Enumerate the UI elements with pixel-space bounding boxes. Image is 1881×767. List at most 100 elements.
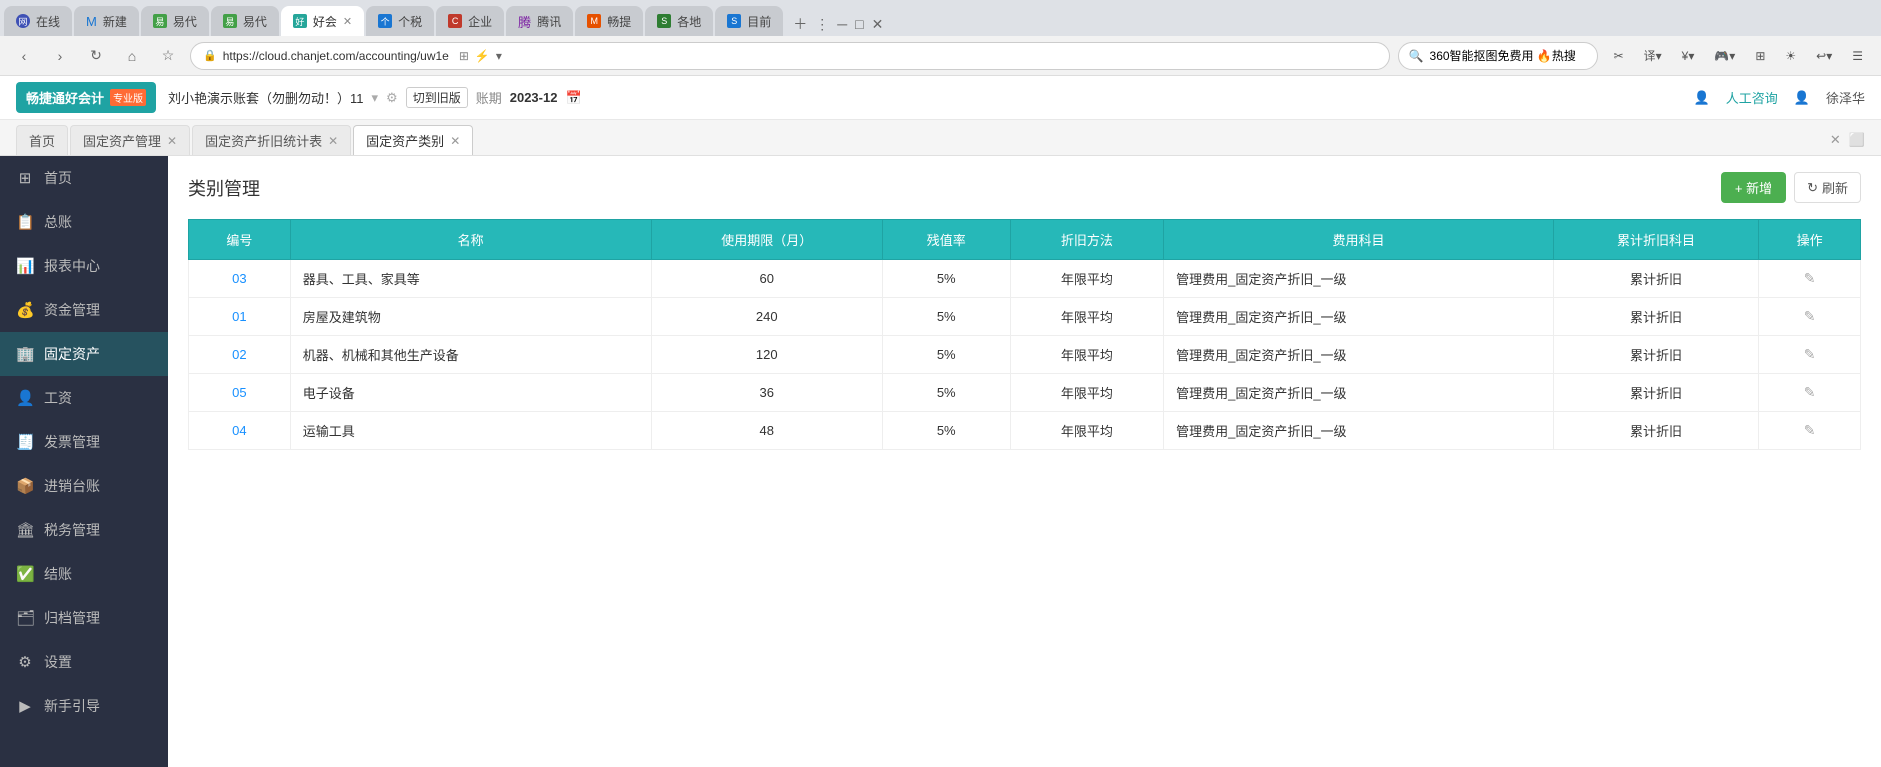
cell-code: 01 (189, 298, 291, 336)
sidebar-item-invoice[interactable]: 🧾 发票管理 (0, 420, 168, 464)
browser-tab-changjie[interactable]: M 畅提 (575, 6, 643, 36)
user-avatar: 👤 (1794, 90, 1810, 106)
period-value: 2023-12 (510, 90, 558, 105)
tab-close-icon[interactable]: ✕ (450, 134, 460, 148)
wallet-icon[interactable]: ¥▾ (1674, 47, 1703, 65)
grid-icon[interactable]: ⊞ (1747, 47, 1773, 65)
header-right: 👤 人工咨询 👤 徐泽华 (1694, 88, 1865, 107)
browser-tab-haohuiji[interactable]: 好 好会 ✕ (281, 6, 364, 36)
edit-icon[interactable]: ✎ (1804, 346, 1816, 362)
sidebar-item-settings[interactable]: ⚙ 设置 (0, 640, 168, 684)
cell-name: 电子设备 (290, 374, 651, 412)
edit-icon[interactable]: ✎ (1804, 384, 1816, 400)
refresh-button[interactable]: ↻ 刷新 (1794, 172, 1861, 203)
cell-method: 年限平均 (1010, 374, 1164, 412)
game-icon[interactable]: 🎮▾ (1706, 47, 1743, 65)
browser-tab-muqian[interactable]: S 目前 (715, 6, 783, 36)
col-period: 使用期限（月） (651, 220, 882, 260)
brightness-icon[interactable]: ☀ (1777, 47, 1804, 65)
tab-close-icon[interactable]: ✕ (328, 134, 338, 148)
address-bar[interactable]: 🔒 https://cloud.chanjet.com/accounting/u… (190, 42, 1390, 70)
close-panel-icon[interactable]: ✕ (1830, 132, 1841, 148)
app-tab-home[interactable]: 首页 (16, 125, 68, 155)
new-tab-icon[interactable]: ＋ (793, 14, 807, 34)
payroll-icon: 👤 (16, 389, 34, 407)
browser-tab-yidai1[interactable]: 易 易代 (141, 6, 209, 36)
dropdown-icon[interactable]: ▾ (496, 49, 502, 63)
close-window-icon[interactable]: ✕ (872, 16, 884, 33)
sidebar-item-home[interactable]: ⊞ 首页 (0, 156, 168, 200)
edit-icon[interactable]: ✎ (1804, 270, 1816, 286)
service-label[interactable]: 人工咨询 (1726, 88, 1778, 107)
cell-action[interactable]: ✎ (1759, 260, 1861, 298)
cell-action[interactable]: ✎ (1759, 412, 1861, 450)
browser-tab-online[interactable]: 网 在线 (4, 6, 72, 36)
cell-expense: 管理费用_固定资产折旧_一级 (1164, 412, 1554, 450)
maximize-panel-icon[interactable]: ⬜ (1849, 132, 1865, 148)
browser-tab-tencent[interactable]: 腾 腾讯 (506, 6, 573, 36)
cell-action[interactable]: ✎ (1759, 374, 1861, 412)
browser-tab-yidai2[interactable]: 易 易代 (211, 6, 279, 36)
back-button[interactable]: ‹ (10, 42, 38, 70)
col-expense: 费用科目 (1164, 220, 1554, 260)
account-dropdown-icon[interactable]: ▾ (372, 90, 379, 106)
sidebar-item-purchase-sale[interactable]: 📦 进销台账 (0, 464, 168, 508)
tab-menu-icon[interactable]: ⋮ (815, 16, 829, 33)
account-name: 刘小艳演示账套（勿删勿动！）11 (168, 88, 364, 107)
cell-action[interactable]: ✎ (1759, 298, 1861, 336)
site-info-icon[interactable]: ⊞ (459, 49, 469, 63)
tab-close-icon[interactable]: ✕ (167, 134, 177, 148)
settlement-icon: ✅ (16, 565, 34, 583)
account-settings-icon[interactable]: ⚙ (386, 90, 398, 106)
browser-tab-qiye[interactable]: C 企业 (436, 6, 504, 36)
cell-method: 年限平均 (1010, 298, 1164, 336)
sidebar-item-archive[interactable]: 🗂 归档管理 (0, 596, 168, 640)
add-button[interactable]: + 新增 (1721, 172, 1786, 203)
cell-action[interactable]: ✎ (1759, 336, 1861, 374)
sidebar-item-label: 总账 (44, 212, 72, 232)
cut-icon[interactable]: ✂ (1606, 47, 1632, 65)
bookmark-button[interactable]: ☆ (154, 42, 182, 70)
calendar-icon[interactable]: 📅 (565, 90, 581, 106)
sidebar-item-settlement[interactable]: ✅ 结账 (0, 552, 168, 596)
app-tab-fixed-asset-mgmt[interactable]: 固定资产管理 ✕ (70, 125, 190, 155)
reload-button[interactable]: ↻ (82, 42, 110, 70)
tab-close-icon[interactable]: ✕ (343, 15, 352, 28)
undo-icon[interactable]: ↩▾ (1808, 47, 1840, 65)
browser-tab-geshui[interactable]: 个 个税 (366, 6, 434, 36)
app-tabs: 首页 固定资产管理 ✕ 固定资产折旧统计表 ✕ 固定资产类别 ✕ ✕ ⬜ (0, 120, 1881, 156)
sidebar-item-label: 设置 (44, 652, 72, 672)
cell-code: 03 (189, 260, 291, 298)
lightning-icon[interactable]: ⚡ (475, 49, 490, 63)
home-button[interactable]: ⌂ (118, 42, 146, 70)
sidebar-item-label: 固定资产 (44, 344, 100, 364)
url-text: https://cloud.chanjet.com/accounting/uw1… (223, 49, 449, 63)
account-info: 刘小艳演示账套（勿删勿动！）11 ▾ ⚙ 切到旧版 账期 2023-12 📅 (168, 87, 582, 108)
sidebar-item-report[interactable]: 📊 报表中心 (0, 244, 168, 288)
browser-tab-gedi[interactable]: S 各地 (645, 6, 713, 36)
ssl-lock-icon: 🔒 (203, 49, 217, 62)
maximize-icon[interactable]: □ (855, 16, 863, 32)
sidebar-item-tax[interactable]: 🏛 税务管理 (0, 508, 168, 552)
tab-label: 新建 (103, 13, 127, 30)
forward-button[interactable]: › (46, 42, 74, 70)
search-bar[interactable]: 🔍 360智能抠图免费用 🔥热搜 (1398, 42, 1598, 70)
app-tab-category[interactable]: 固定资产类别 ✕ (353, 125, 473, 155)
sidebar-item-fixed-asset[interactable]: 🏢 固定资产 (0, 332, 168, 376)
menu-icon[interactable]: ☰ (1844, 47, 1871, 65)
app-tab-label: 首页 (29, 131, 55, 150)
sidebar-item-fund[interactable]: 💰 资金管理 (0, 288, 168, 332)
sidebar-item-payroll[interactable]: 👤 工资 (0, 376, 168, 420)
edit-icon[interactable]: ✎ (1804, 422, 1816, 438)
browser-tab-new[interactable]: M 新建 (74, 6, 139, 36)
app-tab-depreciation-stats[interactable]: 固定资产折旧统计表 ✕ (192, 125, 351, 155)
sidebar-item-guide[interactable]: ▶ 新手引导 (0, 684, 168, 728)
edit-icon[interactable]: ✎ (1804, 308, 1816, 324)
sidebar-item-ledger[interactable]: 📋 总账 (0, 200, 168, 244)
user-name: 徐泽华 (1826, 88, 1865, 107)
translate-icon[interactable]: 译▾ (1636, 45, 1670, 66)
switch-version-btn[interactable]: 切到旧版 (406, 87, 468, 108)
minimize-icon[interactable]: ─ (837, 16, 847, 32)
col-action: 操作 (1759, 220, 1861, 260)
sidebar-item-label: 归档管理 (44, 608, 100, 628)
